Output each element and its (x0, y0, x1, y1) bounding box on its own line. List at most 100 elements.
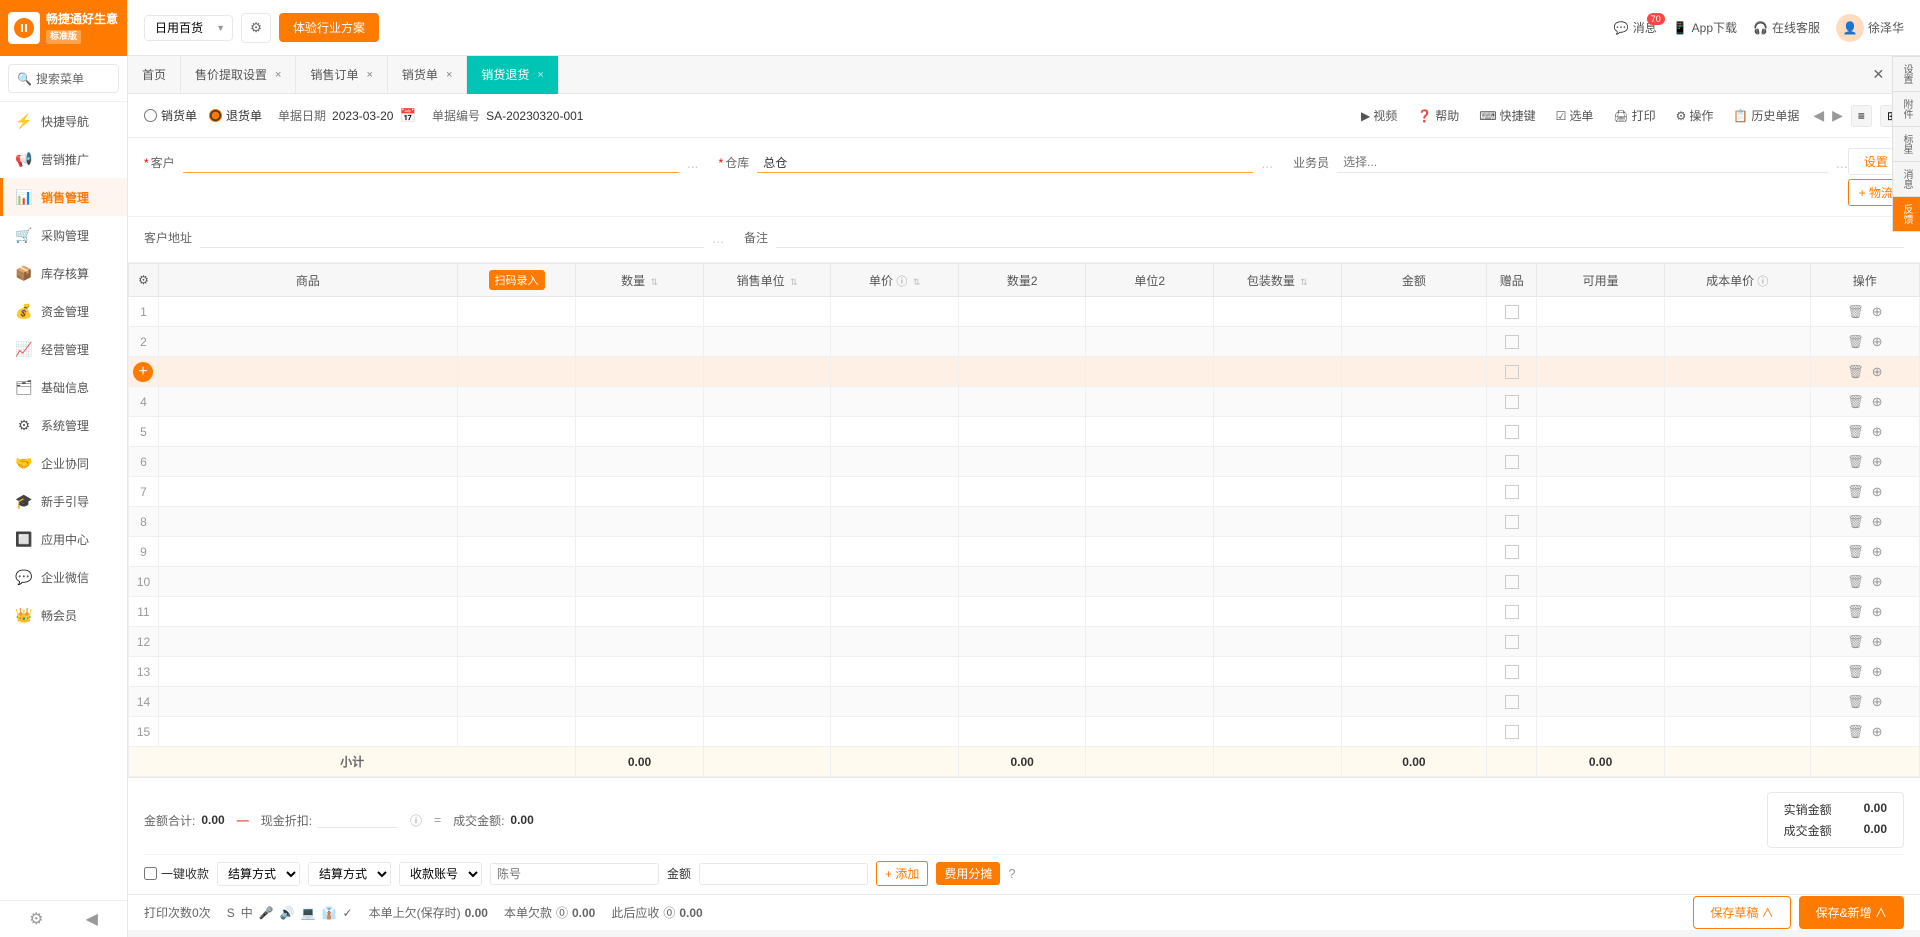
avail-cell[interactable] (1537, 507, 1665, 537)
sidebar-item-member[interactable]: 👑 畅会员 (0, 596, 127, 634)
avail-cell[interactable] (1537, 327, 1665, 357)
table-settings-th[interactable]: ⚙ (129, 264, 159, 297)
qty-cell[interactable] (576, 327, 704, 357)
unit-cell[interactable] (703, 597, 831, 627)
unit-cell[interactable] (703, 357, 831, 387)
price-cell[interactable] (831, 687, 959, 717)
row-delete-button[interactable]: 🗑 (1845, 572, 1866, 592)
row-delete-button[interactable]: 🗑 (1845, 482, 1866, 502)
row-delete-button[interactable]: 🗑 (1845, 332, 1866, 352)
tab-close-sale-order[interactable]: × (366, 69, 372, 81)
amount-cell[interactable] (1341, 627, 1487, 657)
row-copy-button[interactable]: ⊕ (1870, 392, 1885, 412)
avail-cell[interactable] (1537, 687, 1665, 717)
gift-checkbox[interactable] (1505, 515, 1519, 529)
qty2-cell[interactable] (958, 387, 1086, 417)
message-button[interactable]: 💬 消息 70 (1614, 19, 1657, 36)
gift-checkbox[interactable] (1505, 305, 1519, 319)
gift-cell[interactable] (1487, 627, 1537, 657)
save-draft-button[interactable]: 保存草稿 ∧ (1693, 896, 1790, 929)
qty2-cell[interactable] (958, 687, 1086, 717)
right-settings-button[interactable]: 设置 (1892, 56, 1920, 92)
qty-cell[interactable] (576, 297, 704, 327)
date-picker-button[interactable]: 📅 (399, 108, 416, 124)
qty2-cell[interactable] (958, 447, 1086, 477)
sidebar-item-operation[interactable]: 📈 经营管理 (0, 330, 127, 368)
amount-cell[interactable] (1341, 327, 1487, 357)
next-record-button[interactable]: ▶ (1832, 107, 1843, 124)
amount-cell[interactable] (1341, 507, 1487, 537)
cost-cell[interactable] (1664, 447, 1810, 477)
qty-cell[interactable] (576, 567, 704, 597)
row-delete-button[interactable]: 🗑 (1845, 662, 1866, 682)
row-delete-button[interactable]: 🗑 (1845, 452, 1866, 472)
right-star-button[interactable]: 标星 (1892, 126, 1920, 162)
pkg-qty-cell[interactable] (1214, 567, 1342, 597)
unit2-cell[interactable] (1086, 627, 1214, 657)
product-cell[interactable] (159, 657, 458, 687)
unit2-cell[interactable] (1086, 567, 1214, 597)
cost-cell[interactable] (1664, 627, 1810, 657)
row-copy-button[interactable]: ⊕ (1870, 542, 1885, 562)
price-cell[interactable] (831, 537, 959, 567)
row-delete-button[interactable]: 🗑 (1845, 302, 1866, 322)
unit-cell[interactable] (703, 327, 831, 357)
product-cell[interactable] (159, 417, 458, 447)
unit2-cell[interactable] (1086, 657, 1214, 687)
qty2-cell[interactable] (958, 627, 1086, 657)
amount-cell[interactable] (1341, 717, 1487, 747)
gift-cell[interactable] (1487, 567, 1537, 597)
unit2-cell[interactable] (1086, 387, 1214, 417)
unit2-cell[interactable] (1086, 687, 1214, 717)
qty2-cell[interactable] (958, 537, 1086, 567)
right-attachment-button[interactable]: 附件 (1892, 91, 1920, 127)
product-cell[interactable] (159, 357, 458, 387)
unit-cell[interactable] (703, 447, 831, 477)
sidebar-item-system[interactable]: ⚙ 系统管理 (0, 406, 127, 444)
gift-checkbox[interactable] (1505, 725, 1519, 739)
pkg-qty-cell[interactable] (1214, 597, 1342, 627)
cost-cell[interactable] (1664, 387, 1810, 417)
cost-cell[interactable] (1664, 657, 1810, 687)
qty-cell[interactable] (576, 687, 704, 717)
sidebar-item-guide[interactable]: 🎓 新手引导 (0, 482, 127, 520)
qty2-cell[interactable] (958, 657, 1086, 687)
unit2-cell[interactable] (1086, 717, 1214, 747)
gift-checkbox[interactable] (1505, 695, 1519, 709)
product-cell[interactable] (159, 687, 458, 717)
sidebar-item-marketing[interactable]: 📢 营销推广 (0, 140, 127, 178)
unit2-cell[interactable] (1086, 477, 1214, 507)
row-delete-button[interactable]: 🗑 (1845, 722, 1866, 742)
gift-checkbox[interactable] (1505, 635, 1519, 649)
row-copy-button[interactable]: ⊕ (1870, 692, 1885, 712)
unit-cell[interactable] (703, 627, 831, 657)
amount-cell[interactable] (1341, 537, 1487, 567)
amount-input[interactable] (699, 863, 868, 885)
avail-cell[interactable] (1537, 297, 1665, 327)
tab-sale-order[interactable]: 销售订单 × (296, 56, 387, 94)
unit-cell[interactable] (703, 717, 831, 747)
address-input[interactable] (200, 227, 704, 248)
fee-split-button[interactable]: 费用分摊 (936, 862, 1000, 885)
qty2-cell[interactable] (958, 297, 1086, 327)
row-delete-button[interactable]: 🗑 (1845, 632, 1866, 652)
gift-cell[interactable] (1487, 447, 1537, 477)
scan-input-button[interactable]: 扫码录入 (489, 270, 545, 290)
cost-cell[interactable] (1664, 327, 1810, 357)
cost-cell[interactable] (1664, 567, 1810, 597)
row-delete-button[interactable]: 🗑 (1845, 692, 1866, 712)
sidebar-item-purchase[interactable]: 🛒 采购管理 (0, 216, 127, 254)
price-cell[interactable] (831, 387, 959, 417)
qty-cell[interactable] (576, 447, 704, 477)
qty2-cell[interactable] (958, 357, 1086, 387)
customer-input[interactable] (183, 152, 679, 173)
gift-checkbox[interactable] (1505, 485, 1519, 499)
sidebar-item-basic[interactable]: 🗂 基础信息 (0, 368, 127, 406)
product-cell[interactable] (159, 537, 458, 567)
operate-button[interactable]: ⚙ 操作 (1670, 104, 1720, 127)
tab-close-sale-return[interactable]: × (537, 69, 543, 81)
pkg-qty-cell[interactable] (1214, 627, 1342, 657)
pkg-qty-cell[interactable] (1214, 327, 1342, 357)
product-cell[interactable] (159, 477, 458, 507)
qty-cell[interactable] (576, 477, 704, 507)
